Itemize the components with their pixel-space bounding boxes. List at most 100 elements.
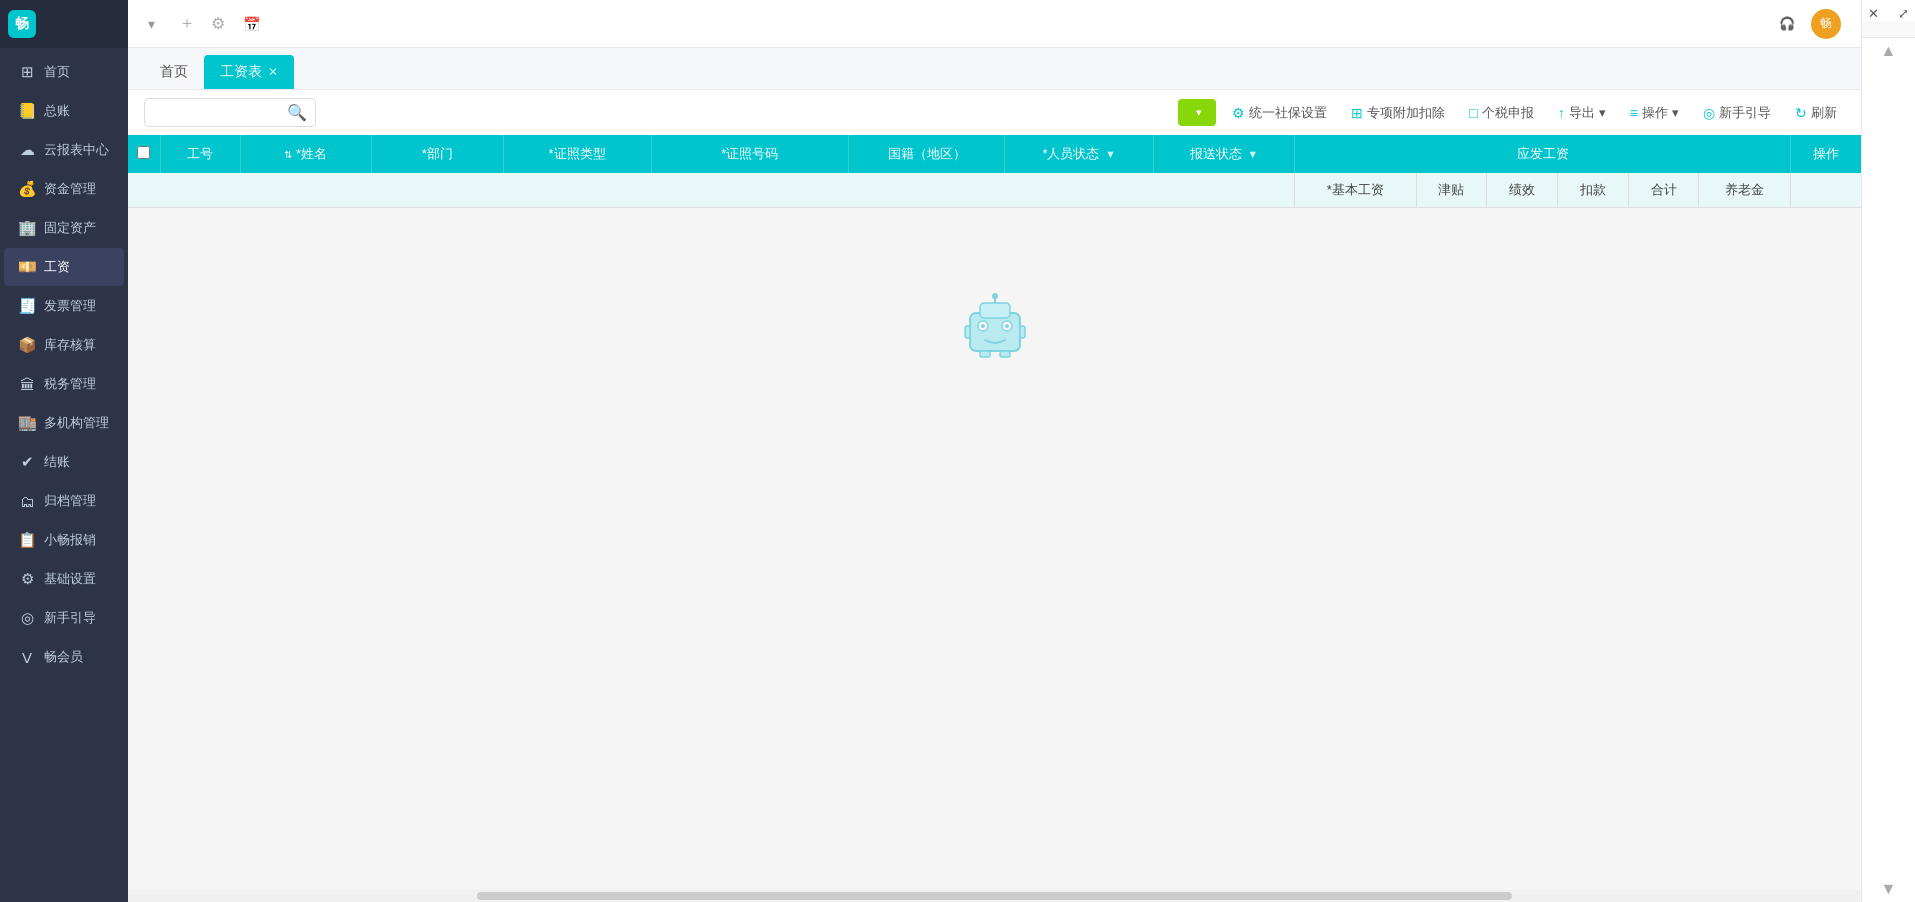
tax-icon: 🏛 [18,376,36,393]
col-idtype: *证照类型 [503,135,651,173]
svg-rect-11 [1000,351,1010,357]
svg-point-6 [981,324,985,328]
sidebar-item-guide[interactable]: ◎新手引导 [4,599,124,637]
tax-report-button[interactable]: □ 个税申报 [1461,100,1541,126]
sidebar-item-label: 资金管理 [44,180,96,198]
invoice-icon: 🧾 [18,297,36,315]
sidebar-item-asset[interactable]: 🏢固定资产 [4,209,124,247]
sidebar-item-settings[interactable]: ⚙基础设置 [4,560,124,598]
svg-rect-1 [980,303,1010,318]
panel-expand-icon[interactable]: ⤢ [1898,6,1909,21]
scroll-thumb[interactable] [477,892,1512,900]
col-nation: 国籍（地区） [848,135,1004,173]
calendar-icon[interactable]: 📅 [243,16,260,32]
home-icon: ⊞ [18,63,36,81]
operations-dropdown-icon: ▾ [1672,105,1679,120]
sidebar-item-fund[interactable]: 💰资金管理 [4,170,124,208]
settle-icon: ✔ [18,453,36,471]
sidebar-item-inventory[interactable]: 📦 库存核算 [4,326,124,364]
panel-down-arrow[interactable]: ▼ [1862,876,1915,902]
table-body [128,208,1861,465]
guide-icon: ◎ [18,609,36,627]
empty-cell [128,208,1861,465]
asset-icon: 🏢 [18,219,36,237]
table-scrollbar[interactable] [128,890,1861,902]
sidebar-item-settle[interactable]: ✔结账 [4,443,124,481]
export-button[interactable]: ↑ 导出 ▾ [1550,100,1614,126]
sort-icon: ⇅ [284,149,292,160]
social-insurance-button[interactable]: ⚙ 统一社保设置 [1224,100,1335,126]
export-dropdown-icon: ▾ [1599,105,1606,120]
expense-icon: 📋 [18,531,36,549]
subheader-empty [128,173,1294,208]
headset-icon: 🎧 [1779,16,1795,31]
tab-close-icon[interactable]: ✕ [268,65,278,79]
search-input[interactable] [153,105,283,120]
top-right: 🎧 畅 [1779,9,1845,39]
sidebar-item-home[interactable]: ⊞首页 [4,53,124,91]
sidebar-item-archive[interactable]: 🗂归档管理 [4,482,124,520]
empty-state [128,208,1861,464]
col-name[interactable]: ⇅ *姓名 [240,135,372,173]
selected-period-display [1862,21,1915,38]
table-container: 工号 ⇅ *姓名 *部门 *证照类型 *证照号码 国籍（地区） *人员状态 ▼ … [128,135,1861,890]
add-person-button[interactable]: ▾ [1178,99,1216,126]
report-filter-icon: ▼ [1247,148,1258,160]
sidebar-item-invoice[interactable]: 🧾 发票管理 [4,287,124,325]
deduction-button[interactable]: ⊞ 专项附加扣除 [1343,100,1453,126]
tabs-bar: 首页 工资表 ✕ [128,48,1861,90]
refresh-button[interactable]: ↻ 刷新 [1787,100,1845,126]
add-company-button[interactable]: ＋ [179,13,195,34]
col-id: 工号 [160,135,240,173]
tab-home[interactable]: 首页 [144,55,204,89]
col-report[interactable]: 报送状态 ▼ [1154,135,1295,173]
col-deduction: 扣款 [1557,173,1628,208]
service-button[interactable]: 🎧 [1779,16,1799,31]
salary-table: 工号 ⇅ *姓名 *部门 *证照类型 *证照号码 国籍（地区） *人员状态 ▼ … [128,135,1861,464]
sidebar-item-label: 归档管理 [44,492,96,510]
search-icon[interactable]: 🔍 [287,103,307,122]
settings-icon: ⚙ [18,570,36,588]
guide-button[interactable]: ◎ 新手引导 [1695,100,1779,126]
operations-icon: ≡ [1630,105,1638,121]
operations-button[interactable]: ≡ 操作 ▾ [1622,100,1687,126]
panel-close-icon[interactable]: ✕ [1868,6,1879,21]
multi-icon: 🏬 [18,414,36,432]
sidebar-item-expense[interactable]: 📋小畅报销 [4,521,124,559]
sidebar-item-label: 发票管理 [44,297,96,315]
sidebar-item-label: 多机构管理 [44,414,109,432]
logo-icon: 畅 [8,10,36,38]
toolbar: 🔍 ▾ ⚙ 统一社保设置 ⊞ 专项附加扣除 □ 个税申报 ↑ 导出 ▾ ≡ 操作… [128,90,1861,135]
col-status[interactable]: *人员状态 ▼ [1005,135,1154,173]
refresh-icon: ↻ [1795,105,1807,121]
sidebar-item-tax[interactable]: 🏛税务管理 [4,365,124,403]
deduction-label: 专项附加扣除 [1367,104,1445,122]
company-dropdown-icon[interactable]: ▾ [148,16,155,32]
panel-up-arrow[interactable]: ▲ [1862,38,1915,64]
col-idno: *证照号码 [651,135,848,173]
sidebar-item-member[interactable]: V畅会员 [4,638,124,676]
report-icon: ☁ [18,141,36,159]
right-panel-header: ✕ ⤢ [1862,0,1915,21]
select-all-checkbox[interactable] [137,146,150,159]
col-checkbox[interactable] [128,135,160,173]
user-info[interactable]: 畅 [1811,9,1845,39]
col-performance: 绩效 [1487,173,1558,208]
inventory-icon: 📦 [18,336,36,354]
sidebar-item-salary[interactable]: 💴工资 [4,248,124,286]
sidebar-item-label: 库存核算 [44,336,96,354]
tax-label: 个税申报 [1482,104,1534,122]
tab-salary-table[interactable]: 工资表 ✕ [204,55,294,89]
settings-icon[interactable]: ⚙ [211,14,225,33]
sidebar-item-multi[interactable]: 🏬 多机构管理 [4,404,124,442]
table-subheader-row: *基本工资 津贴 绩效 扣款 合计 养老金 [128,173,1861,208]
svg-rect-10 [980,351,990,357]
empty-row [128,208,1861,465]
sidebar-item-label: 工资 [44,258,70,276]
social-icon: ⚙ [1232,105,1245,121]
sidebar-item-ledger[interactable]: 📒总账 [4,92,124,130]
deduction-icon: ⊞ [1351,105,1363,121]
account-period: 📅 [233,16,260,32]
sidebar-item-report[interactable]: ☁云报表中心 [4,131,124,169]
company-selector[interactable]: ▾ [144,16,155,32]
